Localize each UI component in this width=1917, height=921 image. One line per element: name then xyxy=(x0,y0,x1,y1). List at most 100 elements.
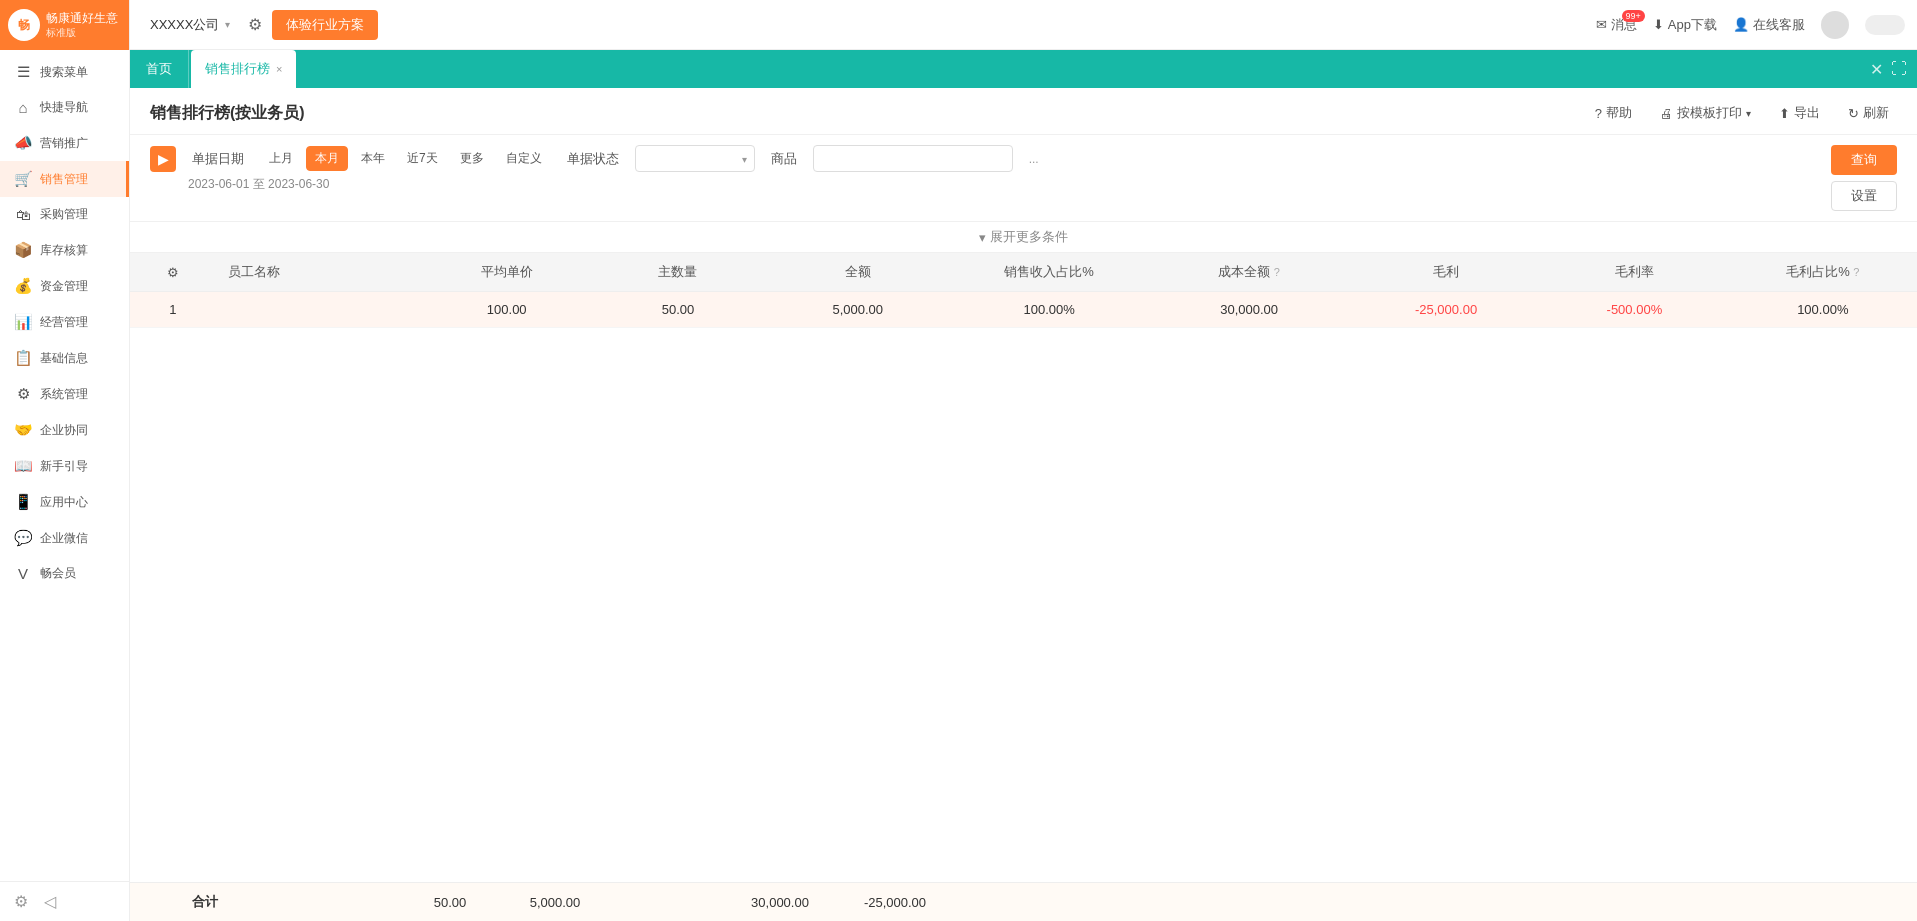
message-badge: 99+ xyxy=(1622,10,1645,22)
sidebar-item-system[interactable]: ⚙系统管理 xyxy=(0,376,129,412)
filter-top-row: ▶ 单据日期 上月 本月 本年 近7天 更多 自定义 xyxy=(150,145,1897,211)
sidebar-marketing-icon: 📣 xyxy=(14,134,32,152)
sidebar-operations-icon: 📊 xyxy=(14,313,32,331)
company-name: XXXXX公司 xyxy=(150,16,219,34)
cost-help-icon[interactable]: ? xyxy=(1274,266,1280,278)
user-avatar[interactable] xyxy=(1821,11,1849,39)
export-button[interactable]: ⬆ 导出 xyxy=(1771,100,1828,126)
expand-conditions-bar[interactable]: ▾ 展开更多条件 xyxy=(130,222,1917,253)
table-body: 1 100.00 50.00 5,000.00 100.00% 30,000.0… xyxy=(130,292,1917,328)
cell-amount: 5,000.00 xyxy=(764,292,952,328)
date-options: 上月 本月 本年 近7天 更多 自定义 xyxy=(260,146,551,171)
cell-avg-price: 100.00 xyxy=(421,292,592,328)
cell-rank: 1 xyxy=(130,292,216,328)
close-window-icon[interactable]: ✕ xyxy=(1870,60,1883,79)
date-range-display: 2023-06-01 至 2023-06-30 xyxy=(188,176,1821,193)
maximize-icon[interactable]: ⛶ xyxy=(1891,60,1907,78)
page-actions: ? 帮助 🖨 按模板打印 ▾ ⬆ 导出 ↻ 刷新 xyxy=(1587,100,1897,126)
sidebar-inventory-icon: 📦 xyxy=(14,241,32,259)
tab-home[interactable]: 首页 xyxy=(130,50,189,88)
date-btn-custom[interactable]: 自定义 xyxy=(497,146,551,171)
topbar: XXXXX公司 ▾ ⚙ 体验行业方案 ✉ 消息 99+ ⬇ App下载 👤 在线… xyxy=(130,0,1917,50)
download-icon: ⬇ xyxy=(1653,17,1664,32)
status-select[interactable] xyxy=(635,145,755,172)
sidebar-item-basic-info[interactable]: 📋基础信息 xyxy=(0,340,129,376)
col-profit-rate: 毛利率 xyxy=(1540,253,1728,292)
date-btn-more[interactable]: 更多 xyxy=(451,146,493,171)
sidebar-item-operations[interactable]: 📊经营管理 xyxy=(0,304,129,340)
gear-icon[interactable]: ⚙ xyxy=(248,15,262,34)
page-header: 销售排行榜(按业务员) ? 帮助 🖨 按模板打印 ▾ ⬆ 导出 xyxy=(130,88,1917,135)
table-header-row: ⚙ 员工名称 平均单价 主数量 全额 销售收入占比% 成本全额 ? 毛利 毛利率… xyxy=(130,253,1917,292)
goods-input[interactable] xyxy=(813,145,1013,172)
sidebar-item-marketing[interactable]: 📣营销推广 xyxy=(0,125,129,161)
logo-text: 畅康通好生意 标准版 xyxy=(46,11,118,40)
message-button[interactable]: ✉ 消息 99+ xyxy=(1596,16,1637,34)
sidebar-item-inventory[interactable]: 📦库存核算 xyxy=(0,232,129,268)
sidebar-item-wechat[interactable]: 💬企业微信 xyxy=(0,520,129,556)
content-area: 销售排行榜(按业务员) ? 帮助 🖨 按模板打印 ▾ ⬆ 导出 xyxy=(130,88,1917,921)
sidebar-item-search-order[interactable]: ☰搜索菜单 xyxy=(0,54,129,90)
tab-label: 销售排行榜 xyxy=(205,60,270,78)
col-profit-pct: 毛利占比% ? xyxy=(1729,253,1917,292)
table-area: ⚙ 员工名称 平均单价 主数量 全额 销售收入占比% 成本全额 ? 毛利 毛利率… xyxy=(130,253,1917,921)
sidebar-basic-info-icon: 📋 xyxy=(14,349,32,367)
cell-profit-rate: -500.00% xyxy=(1540,292,1728,328)
sidebar-sales-icon: 🛒 xyxy=(14,170,32,188)
sidebar-item-quick-nav[interactable]: ⌂快捷导航 xyxy=(0,90,129,125)
sidebar-item-finance[interactable]: 💰资金管理 xyxy=(0,268,129,304)
company-selector[interactable]: XXXXX公司 ▾ xyxy=(142,12,238,38)
footer-label: 合计 xyxy=(180,893,300,911)
service-icon: 👤 xyxy=(1733,17,1749,32)
main-area: XXXXX公司 ▾ ⚙ 体验行业方案 ✉ 消息 99+ ⬇ App下载 👤 在线… xyxy=(130,0,1917,921)
sidebar-item-purchase[interactable]: 🛍采购管理 xyxy=(0,197,129,232)
app-download-button[interactable]: ⬇ App下载 xyxy=(1653,16,1717,34)
export-icon: ⬆ xyxy=(1779,106,1790,121)
sidebar-item-member[interactable]: V畅会员 xyxy=(0,556,129,591)
filter-action-buttons: 查询 设置 xyxy=(1821,145,1897,211)
print-dropdown-icon: ▾ xyxy=(1746,108,1751,119)
date-btn-this-month[interactable]: 本月 xyxy=(306,146,348,171)
footer-profit: -25,000.00 xyxy=(840,895,950,910)
expand-icon: ▾ xyxy=(979,230,986,245)
cell-sales-pct: 100.00% xyxy=(952,292,1146,328)
sidebar-item-guide[interactable]: 📖新手引导 xyxy=(0,448,129,484)
message-icon: ✉ xyxy=(1596,17,1607,32)
status-label: 单据状态 xyxy=(567,150,619,168)
help-button[interactable]: ? 帮助 xyxy=(1587,100,1640,126)
page-title: 销售排行榜(按业务员) xyxy=(150,103,305,124)
sidebar-purchase-icon: 🛍 xyxy=(14,206,32,223)
sidebar-item-sales[interactable]: 🛒销售管理 xyxy=(0,161,129,197)
sidebar-bottom: ⚙ ◁ xyxy=(0,881,129,921)
cell-cost: 30,000.00 xyxy=(1146,292,1351,328)
filter-main: ▶ 单据日期 上月 本月 本年 近7天 更多 自定义 xyxy=(150,145,1821,193)
settings-button[interactable]: 设置 xyxy=(1831,181,1897,211)
filter-toggle-button[interactable]: ▶ xyxy=(150,146,176,172)
col-settings[interactable]: ⚙ xyxy=(130,253,216,292)
settings-icon[interactable]: ⚙ xyxy=(14,892,28,911)
col-employee-name: 员工名称 xyxy=(216,253,421,292)
expand-label: 展开更多条件 xyxy=(990,228,1068,246)
col-cost: 成本全额 ? xyxy=(1146,253,1351,292)
tab-sales-rank[interactable]: 销售排行榜 × xyxy=(191,50,296,88)
query-button[interactable]: 查询 xyxy=(1831,145,1897,175)
date-btn-this-year[interactable]: 本年 xyxy=(352,146,394,171)
tab-close-button[interactable]: × xyxy=(276,63,282,75)
footer-amount: 5,000.00 xyxy=(500,895,610,910)
sidebar-member-icon: V xyxy=(14,565,32,582)
user-name-placeholder[interactable] xyxy=(1865,15,1905,35)
sidebar-item-enterprise[interactable]: 🤝企业协同 xyxy=(0,412,129,448)
sidebar-item-app-center[interactable]: 📱应用中心 xyxy=(0,484,129,520)
date-btn-last-month[interactable]: 上月 xyxy=(260,146,302,171)
print-button[interactable]: 🖨 按模板打印 ▾ xyxy=(1652,100,1759,126)
col-avg-price: 平均单价 xyxy=(421,253,592,292)
online-service-button[interactable]: 👤 在线客服 xyxy=(1733,16,1805,34)
refresh-button[interactable]: ↻ 刷新 xyxy=(1840,100,1897,126)
trial-button[interactable]: 体验行业方案 xyxy=(272,10,378,40)
more-filters-link[interactable]: ... xyxy=(1029,152,1039,166)
topbar-right: ✉ 消息 99+ ⬇ App下载 👤 在线客服 xyxy=(1596,11,1905,39)
collapse-icon[interactable]: ◁ xyxy=(44,892,56,911)
profit-pct-help-icon[interactable]: ? xyxy=(1853,266,1859,278)
date-btn-7days[interactable]: 近7天 xyxy=(398,146,447,171)
sidebar-nav: ☰搜索菜单⌂快捷导航📣营销推广🛒销售管理🛍采购管理📦库存核算💰资金管理📊经营管理… xyxy=(0,50,129,881)
